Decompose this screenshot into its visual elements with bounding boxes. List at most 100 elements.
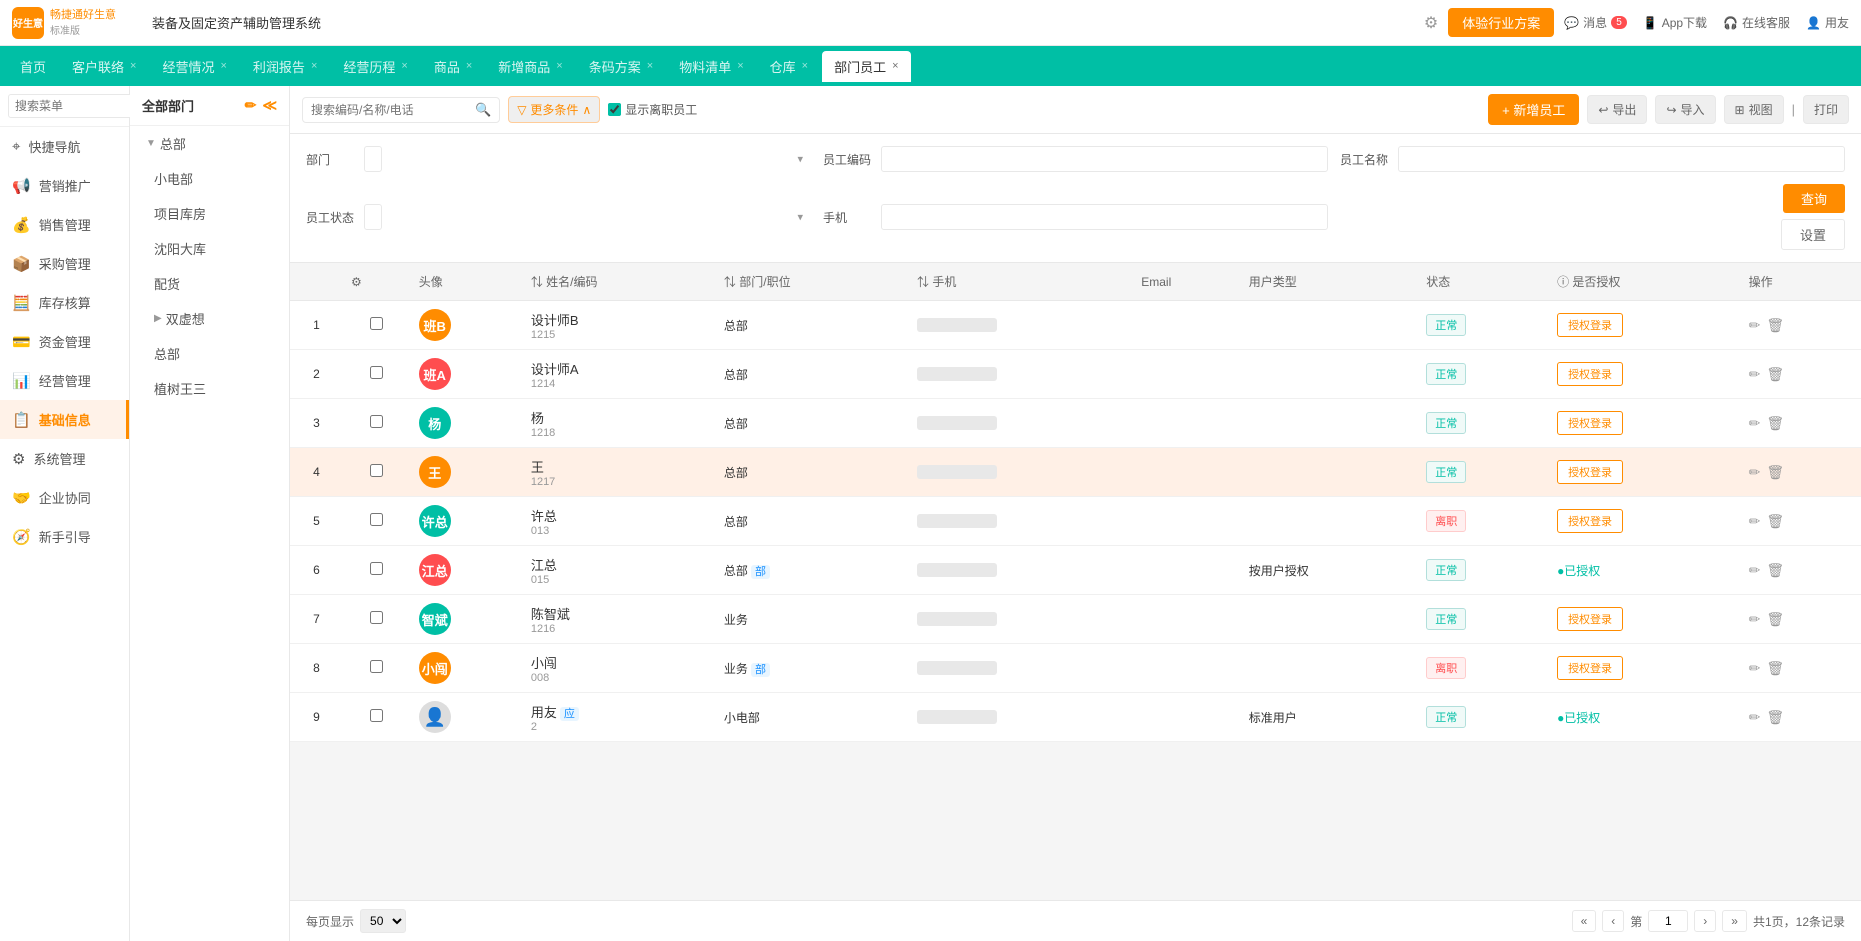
nav-tab-仓库[interactable]: 仓库× — [758, 51, 820, 82]
edit-icon[interactable]: ✏ — [1749, 513, 1761, 530]
dept-node[interactable]: 植树王三 — [130, 371, 289, 406]
tab-close-icon[interactable]: × — [802, 60, 808, 72]
delete-icon[interactable]: 🗑 — [1766, 709, 1784, 726]
tab-close-icon[interactable]: × — [556, 60, 562, 72]
page-input[interactable] — [1648, 910, 1688, 932]
per-page-select[interactable]: 50 — [360, 909, 406, 933]
delete-icon[interactable]: 🗑 — [1766, 366, 1784, 383]
nav-tab-物料清单[interactable]: 物料清单× — [667, 51, 755, 82]
row-checkbox[interactable] — [370, 660, 383, 673]
phone-input[interactable] — [881, 204, 1328, 230]
empcode-input[interactable] — [881, 146, 1328, 172]
row-checkbox[interactable] — [370, 415, 383, 428]
online-service-button[interactable]: 🎧 在线客服 — [1723, 14, 1790, 31]
auth-button[interactable]: 授权登录 — [1557, 411, 1623, 435]
tab-close-icon[interactable]: × — [737, 60, 743, 72]
query-button[interactable]: 查询 — [1783, 184, 1845, 213]
import-button[interactable]: ↪ 导入 — [1655, 95, 1715, 124]
sidebar-item-collab[interactable]: 🤝企业协同 — [0, 478, 129, 517]
auth-button[interactable]: 授权登录 — [1557, 607, 1623, 631]
sidebar-item-basic[interactable]: 📋基础信息 — [0, 400, 129, 439]
row-checkbox[interactable] — [370, 611, 383, 624]
sidebar-item-guide[interactable]: 🧭新手引导 — [0, 517, 129, 556]
delete-icon[interactable]: 🗑 — [1766, 317, 1784, 334]
export-button[interactable]: ↩ 导出 — [1587, 95, 1647, 124]
first-page-button[interactable]: « — [1572, 910, 1597, 932]
sidebar-item-purchase[interactable]: 📦采购管理 — [0, 244, 129, 283]
row-checkbox[interactable] — [370, 366, 383, 379]
auth-button[interactable]: 授权登录 — [1557, 509, 1623, 533]
prev-page-button[interactable]: ‹ — [1602, 910, 1624, 932]
dept-node[interactable]: 小电部 — [130, 161, 289, 196]
delete-icon[interactable]: 🗑 — [1766, 660, 1784, 677]
nav-tab-经营历程[interactable]: 经营历程× — [331, 51, 419, 82]
user-menu[interactable]: 👤 用友 — [1806, 14, 1849, 31]
next-page-button[interactable]: › — [1694, 910, 1716, 932]
edit-icon[interactable]: ✏ — [1749, 464, 1761, 481]
sidebar-item-inventory[interactable]: 🧮库存核算 — [0, 283, 129, 322]
last-page-button[interactable]: » — [1722, 910, 1747, 932]
edit-icon[interactable]: ✏ — [1749, 709, 1761, 726]
sidebar-item-sales[interactable]: 💰销售管理 — [0, 205, 129, 244]
row-checkbox[interactable] — [370, 317, 383, 330]
row-checkbox[interactable] — [370, 562, 383, 575]
dept-node[interactable]: 沈阳大库 — [130, 231, 289, 266]
row-checkbox[interactable] — [370, 709, 383, 722]
reset-button[interactable]: 设置 — [1781, 219, 1845, 250]
nav-tab-部门员工[interactable]: 部门员工× — [822, 51, 910, 82]
edit-icon[interactable]: ✏ — [1749, 366, 1761, 383]
dept-node[interactable]: 项目库房 — [130, 196, 289, 231]
message-button[interactable]: 💬 消息 5 — [1564, 14, 1627, 31]
edit-icon[interactable]: ✏ — [1749, 562, 1761, 579]
trial-button[interactable]: 体验行业方案 — [1448, 8, 1554, 37]
app-download-button[interactable]: 📱 App下载 — [1643, 14, 1707, 31]
empname-input[interactable] — [1398, 146, 1845, 172]
sidebar-item-marketing[interactable]: 📢营销推广 — [0, 166, 129, 205]
sidebar-item-finance[interactable]: 💳资金管理 — [0, 322, 129, 361]
tab-close-icon[interactable]: × — [892, 60, 898, 72]
edit-icon[interactable]: ✏ — [1749, 660, 1761, 677]
delete-icon[interactable]: 🗑 — [1766, 464, 1784, 481]
tab-close-icon[interactable]: × — [466, 60, 472, 72]
tab-close-icon[interactable]: × — [130, 60, 136, 72]
filter-button[interactable]: ▽ 更多条件 ∧ — [508, 96, 600, 123]
dept-select[interactable] — [364, 146, 382, 172]
add-employee-button[interactable]: + 新增员工 — [1488, 94, 1579, 125]
tab-close-icon[interactable]: × — [220, 60, 226, 72]
delete-icon[interactable]: 🗑 — [1766, 513, 1784, 530]
tab-close-icon[interactable]: × — [401, 60, 407, 72]
search-input[interactable] — [311, 103, 471, 117]
status-select[interactable] — [364, 204, 382, 230]
nav-tab-利润报告[interactable]: 利润报告× — [241, 51, 329, 82]
edit-icon[interactable]: ✏ — [1749, 317, 1761, 334]
tab-close-icon[interactable]: × — [311, 60, 317, 72]
nav-tab-客户联络[interactable]: 客户联络× — [60, 51, 148, 82]
show-resigned-checkbox[interactable] — [608, 103, 621, 116]
delete-icon[interactable]: 🗑 — [1766, 562, 1784, 579]
edit-icon[interactable]: ✏ — [1749, 415, 1761, 432]
row-checkbox[interactable] — [370, 464, 383, 477]
dept-node[interactable]: ▶双虚想 — [130, 301, 289, 336]
tab-close-icon[interactable]: × — [647, 60, 653, 72]
nav-tab-经营情况[interactable]: 经营情况× — [150, 51, 238, 82]
auth-button[interactable]: 授权登录 — [1557, 460, 1623, 484]
nav-tab-商品[interactable]: 商品× — [422, 51, 484, 82]
sidebar-item-quick-nav[interactable]: ⌖快捷导航 — [0, 127, 129, 166]
nav-tab-首页[interactable]: 首页 — [8, 51, 58, 82]
edit-icon[interactable]: ✏ — [1749, 611, 1761, 628]
dept-node[interactable]: ▼总部 — [130, 126, 289, 161]
dept-node[interactable]: 总部 — [130, 336, 289, 371]
row-checkbox[interactable] — [370, 513, 383, 526]
view-button[interactable]: ⊞ 视图 — [1724, 95, 1784, 124]
nav-tab-新增商品[interactable]: 新增商品× — [486, 51, 574, 82]
print-button[interactable]: 打印 — [1803, 95, 1849, 124]
auth-button[interactable]: 授权登录 — [1557, 313, 1623, 337]
auth-button[interactable]: 授权登录 — [1557, 656, 1623, 680]
dept-edit-icon[interactable]: ✏ — [245, 97, 257, 114]
dept-node[interactable]: 配货 — [130, 266, 289, 301]
delete-icon[interactable]: 🗑 — [1766, 611, 1784, 628]
gear-icon[interactable]: ⚙ — [1424, 13, 1438, 33]
nav-tab-条码方案[interactable]: 条码方案× — [577, 51, 665, 82]
dept-collapse-icon[interactable]: ≪ — [262, 97, 277, 114]
delete-icon[interactable]: 🗑 — [1766, 415, 1784, 432]
